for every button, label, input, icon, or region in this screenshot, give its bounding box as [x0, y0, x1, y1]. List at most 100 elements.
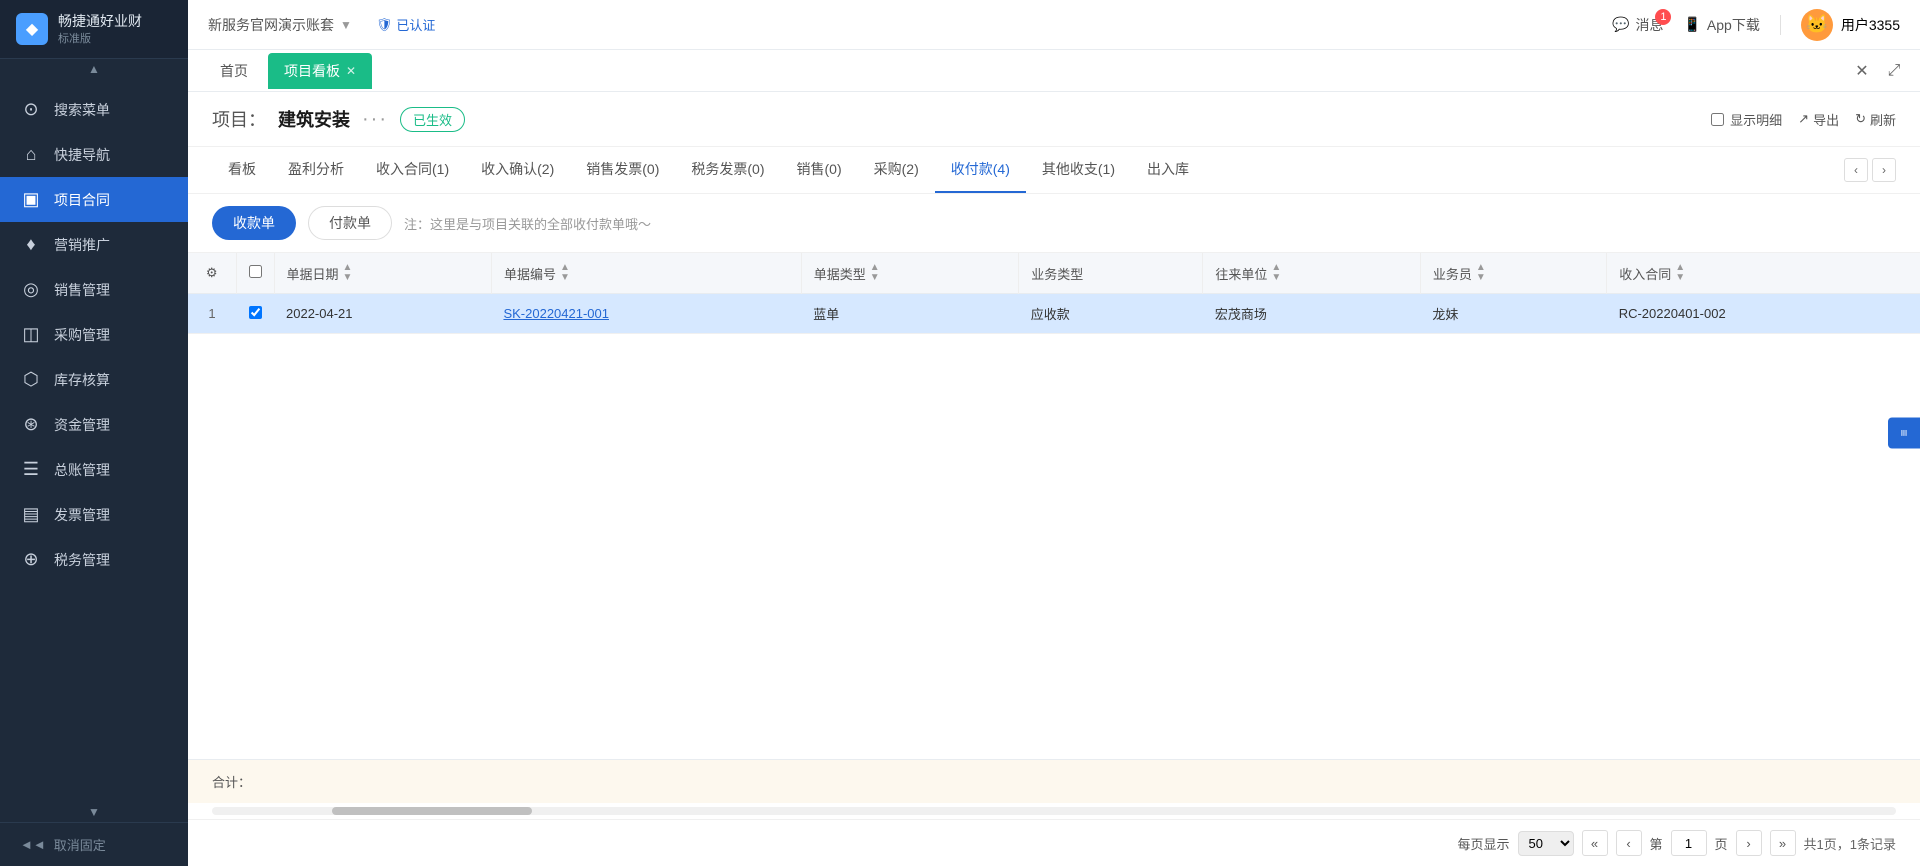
prev-page-icon: ‹: [1626, 836, 1630, 851]
sub-nav-income-contract[interactable]: 收入合同(1): [360, 147, 465, 193]
page-suffix: 页: [1715, 834, 1728, 853]
user-avatar: 🐱: [1801, 9, 1833, 41]
first-page-button[interactable]: «: [1582, 830, 1608, 856]
sub-nav-next-arrow[interactable]: ›: [1872, 158, 1896, 182]
right-panel-button[interactable]: ≡: [1888, 417, 1920, 448]
row-number[interactable]: SK-20220421-001: [491, 294, 801, 334]
nav-label-inventory: 库存核算: [54, 370, 110, 390]
nav-label-fund: 资金管理: [54, 415, 110, 435]
salesman-sort-icon: ▲▼: [1476, 263, 1486, 283]
message-badge: 1: [1655, 9, 1671, 25]
nav-icon-ledger: ☰: [20, 459, 42, 480]
sidebar-item-project[interactable]: ▣ 项目合同: [0, 177, 188, 222]
counterpart-sort-icon: ▲▼: [1271, 263, 1281, 283]
export-icon: ↗: [1798, 111, 1809, 127]
sub-nav-receive-pay[interactable]: 收付款(4): [935, 147, 1026, 193]
account-selector[interactable]: 新服务官网演示账套 ▼: [208, 15, 352, 35]
sidebar-item-purchase[interactable]: ◫ 采购管理: [0, 312, 188, 357]
sub-nav-in-out[interactable]: 出入库: [1131, 147, 1205, 193]
select-all-checkbox[interactable]: [249, 265, 262, 278]
app-download-button[interactable]: 📱 App下载: [1683, 15, 1759, 35]
refresh-icon: ↻: [1855, 111, 1866, 127]
sidebar-item-inventory[interactable]: ⬡ 库存核算: [0, 357, 188, 402]
account-name: 新服务官网演示账套: [208, 15, 334, 35]
user-info[interactable]: 🐱 用户3355: [1801, 9, 1900, 41]
last-page-icon: »: [1779, 836, 1786, 851]
scrollbar-row: [188, 803, 1920, 819]
sub-nav-prev-arrow[interactable]: ‹: [1844, 158, 1868, 182]
tab-home[interactable]: 首页: [204, 53, 264, 89]
tab-project-board[interactable]: 项目看板 ✕: [268, 53, 372, 89]
sub-nav-purchase[interactable]: 采购(2): [858, 147, 935, 193]
scrollbar-thumb[interactable]: [332, 807, 532, 815]
sub-nav-sales[interactable]: 销售(0): [781, 147, 858, 193]
scroll-up-arrow: ▲: [88, 63, 100, 75]
sidebar-item-quicknav[interactable]: ⌂ 快捷导航: [0, 132, 188, 177]
sub-nav-kanban[interactable]: 看板: [212, 147, 272, 193]
unpin-button[interactable]: ◄◄ 取消固定: [0, 822, 188, 866]
window-maximize-button[interactable]: ⤢: [1884, 61, 1904, 81]
per-page-select[interactable]: 50 100 200: [1518, 831, 1574, 856]
sub-nav-tax-invoice[interactable]: 税务发票(0): [675, 147, 780, 193]
row-checkbox[interactable]: [236, 294, 274, 334]
message-button[interactable]: 💬 消息 1: [1612, 15, 1663, 35]
sub-nav-sales-invoice[interactable]: 销售发票(0): [570, 147, 675, 193]
sidebar-item-ledger[interactable]: ☰ 总账管理: [0, 447, 188, 492]
receive-tab[interactable]: 收款单: [212, 206, 296, 240]
tab-close-icon[interactable]: ✕: [346, 64, 356, 78]
prev-page-button[interactable]: ‹: [1616, 830, 1642, 856]
col-number[interactable]: 单据编号 ▲▼: [491, 253, 801, 294]
fake-scrollbar[interactable]: [212, 807, 1896, 815]
col-type[interactable]: 单据类型 ▲▼: [801, 253, 1018, 294]
user-name: 用户3355: [1841, 15, 1900, 35]
nav-icon-sales: ◎: [20, 279, 42, 300]
nav-label-search: 搜索菜单: [54, 100, 110, 120]
sub-nav-profit[interactable]: 盈利分析: [272, 147, 360, 193]
export-button[interactable]: ↗ 导出: [1798, 110, 1839, 129]
window-close-button[interactable]: ✕: [1852, 61, 1872, 81]
page-label: 第: [1650, 834, 1663, 853]
sidebar-item-fund[interactable]: ⊛ 资金管理: [0, 402, 188, 447]
sidebar-brand: 畅捷通好业财 标准版: [58, 12, 142, 46]
total-info: 共1页，1条记录: [1804, 834, 1896, 853]
certified-text: 已认证: [396, 15, 435, 34]
sidebar-item-sales[interactable]: ◎ 销售管理: [0, 267, 188, 312]
col-date[interactable]: 单据日期 ▲▼: [274, 253, 491, 294]
row-type: 蓝单: [801, 294, 1018, 334]
right-panel-icon: ≡: [1897, 429, 1911, 436]
more-options-button[interactable]: ···: [362, 108, 388, 131]
sub-nav-other-expense[interactable]: 其他收支(1): [1026, 147, 1131, 193]
logo-icon: ◆: [26, 19, 38, 39]
col-biz-type-label: 业务类型: [1031, 267, 1083, 282]
col-number-label: 单据编号: [504, 264, 556, 283]
app-download-label: App下载: [1707, 15, 1760, 35]
sub-nav-income-confirm[interactable]: 收入确认(2): [465, 147, 570, 193]
col-counterpart[interactable]: 往来单位 ▲▼: [1203, 253, 1420, 294]
nav-icon-inventory: ⬡: [20, 369, 42, 390]
next-page-button[interactable]: ›: [1736, 830, 1762, 856]
topbar: 新服务官网演示账套 ▼ 🛡 已认证 💬 消息 1 📱 App下载 🐱 用户335…: [188, 0, 1920, 50]
sidebar-item-tax[interactable]: ⊕ 税务管理: [0, 537, 188, 582]
page-input[interactable]: [1671, 830, 1707, 856]
sidebar-item-invoice[interactable]: ▤ 发票管理: [0, 492, 188, 537]
pay-tab[interactable]: 付款单: [308, 206, 392, 240]
nav-label-tax: 税务管理: [54, 550, 110, 570]
col-settings[interactable]: ⚙: [188, 253, 236, 294]
col-date-label: 单据日期: [287, 264, 339, 283]
topbar-right: 💬 消息 1 📱 App下载 🐱 用户3355: [1612, 9, 1900, 41]
last-page-button[interactable]: »: [1770, 830, 1796, 856]
sidebar-item-search[interactable]: ⊙ 搜索菜单: [0, 87, 188, 132]
sub-nav: 看板 盈利分析 收入合同(1) 收入确认(2) 销售发票(0) 税务发票(0) …: [188, 147, 1920, 194]
refresh-button[interactable]: ↻ 刷新: [1855, 110, 1896, 129]
pagination: 每页显示 50 100 200 « ‹ 第 页 ›: [188, 819, 1920, 866]
col-salesman[interactable]: 业务员 ▲▼: [1420, 253, 1606, 294]
next-page-icon: ›: [1746, 836, 1750, 851]
nav-icon-marketing: ♦: [20, 234, 42, 255]
show-detail-input[interactable]: [1711, 113, 1724, 126]
col-income-contract[interactable]: 收入合同 ▲▼: [1607, 253, 1920, 294]
contract-sort-icon: ▲▼: [1675, 263, 1685, 283]
per-page-label: 每页显示: [1457, 834, 1509, 853]
show-detail-checkbox[interactable]: 显示明细: [1711, 110, 1782, 129]
receive-tab-label: 收款单: [233, 215, 275, 231]
sidebar-item-marketing[interactable]: ♦ 营销推广: [0, 222, 188, 267]
